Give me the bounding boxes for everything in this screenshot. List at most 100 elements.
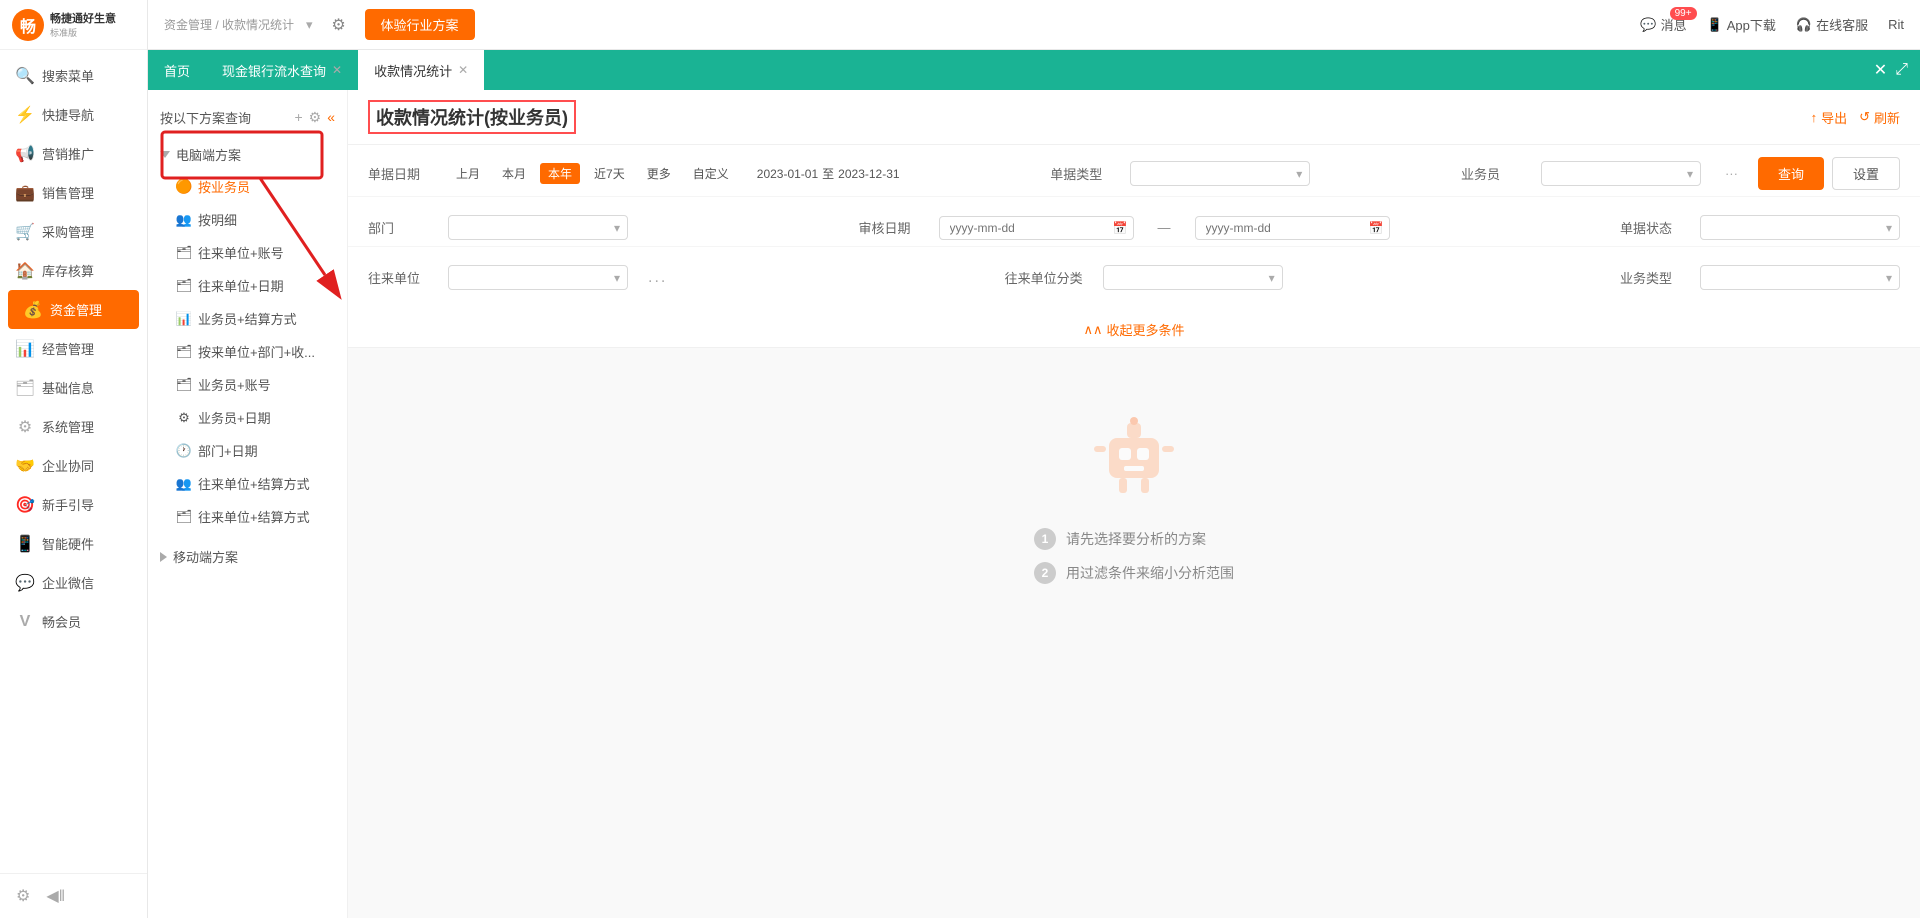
partner-more-button[interactable]: ...: [648, 269, 667, 287]
tab-close-all-button[interactable]: ✕: [1874, 60, 1887, 80]
scheme-add-button[interactable]: +: [294, 109, 302, 126]
date-btn-7days[interactable]: 近7天: [586, 163, 633, 184]
scheme-settings-button[interactable]: ⚙: [309, 109, 322, 126]
scheme-item-label-dept-date: 部门+日期: [198, 441, 258, 460]
page-main: 收款情况统计(按业务员) ↑ 导出 ↺ 刷新 单据日期: [348, 90, 1920, 918]
step-1-number: 1: [1034, 528, 1056, 550]
dropdown-arrow[interactable]: ▾: [306, 17, 313, 33]
desktop-group-label: 电脑端方案: [176, 145, 241, 164]
tab-maximize-button[interactable]: ⤢: [1895, 61, 1908, 79]
sidebar-label-hardware: 智能硬件: [42, 534, 94, 553]
sidebar-item-quicknav[interactable]: ⚡ 快捷导航: [0, 95, 147, 134]
scheme-item-label-salesman-date: 业务员+日期: [198, 408, 271, 427]
sidebar: 畅 畅捷通好生意 标准版 🔍 搜索菜单 ⚡ 快捷导航 📢 营销推广 💼 销售管理…: [0, 0, 148, 918]
empty-state-area: 1 请先选择要分析的方案 2 用过滤条件来缩小分析范围: [348, 348, 1920, 918]
flash-icon: ⚡: [16, 106, 34, 124]
audit-date-from-input[interactable]: [939, 216, 1134, 240]
tab-home[interactable]: 首页: [148, 50, 206, 90]
page-header-actions: ↑ 导出 ↺ 刷新: [1811, 108, 1900, 127]
scheme-item-partner-settle1[interactable]: 👥 往来单位+结算方式: [148, 467, 347, 500]
sidebar-item-wechat[interactable]: 💬 企业微信: [0, 563, 147, 602]
sidebar-label-sales: 销售管理: [42, 183, 94, 202]
mobile-group-label: 移动端方案: [173, 547, 238, 566]
dept-select[interactable]: [448, 215, 628, 240]
wechat-icon: 💬: [16, 574, 34, 592]
sidebar-settings-icon[interactable]: ⚙: [16, 886, 30, 906]
scheme-item-label-mingxi: 按明细: [198, 210, 237, 229]
date-btn-more[interactable]: 更多: [639, 163, 679, 184]
scheme-group-mobile-title[interactable]: 移动端方案: [148, 541, 347, 572]
setting-button[interactable]: 设置: [1832, 157, 1900, 190]
user-button[interactable]: Rit: [1888, 17, 1904, 32]
partner-account-icon: 🗂: [176, 245, 192, 261]
sidebar-item-marketing[interactable]: 📢 营销推广: [0, 134, 147, 173]
logo-icon: 畅: [12, 9, 44, 41]
export-button[interactable]: ↑ 导出: [1811, 108, 1848, 127]
scheme-item-salesman-settle[interactable]: 📊 业务员+结算方式: [148, 302, 347, 335]
sidebar-item-sales[interactable]: 💼 销售管理: [0, 173, 147, 212]
scheme-item-salesman-account[interactable]: 🗂 业务员+账号: [148, 368, 347, 401]
date-options: 上月 本月 本年 近7天 更多 自定义: [448, 163, 737, 184]
sidebar-item-search[interactable]: 🔍 搜索菜单: [0, 56, 147, 95]
sidebar-item-hardware[interactable]: 📱 智能硬件: [0, 524, 147, 563]
date-btn-custom[interactable]: 自定义: [685, 163, 737, 184]
sidebar-item-basic[interactable]: 🗂 基础信息: [0, 368, 147, 407]
trial-button[interactable]: 体验行业方案: [365, 9, 475, 40]
scheme-item-by-salesman[interactable]: 🟠 按业务员: [148, 170, 347, 203]
date-btn-this-month[interactable]: 本月: [494, 163, 534, 184]
sidebar-item-member[interactable]: V 畅会员: [0, 602, 147, 641]
header-gear-icon[interactable]: ⚙: [325, 11, 353, 39]
doc-type-select[interactable]: [1130, 161, 1310, 186]
app-download-button[interactable]: 📱 App下载: [1707, 15, 1776, 34]
collapse-button[interactable]: ∧∧ 收起更多条件: [1083, 320, 1184, 339]
scheme-group-desktop-title[interactable]: 电脑端方案: [148, 139, 347, 170]
tab-receipt[interactable]: 收款情况统计 ✕: [358, 50, 484, 90]
date-btn-last-month[interactable]: 上月: [448, 163, 488, 184]
sidebar-item-operations[interactable]: 📊 经营管理: [0, 329, 147, 368]
tab-bankflow[interactable]: 现金银行流水查询 ✕: [206, 50, 358, 90]
sidebar-item-system[interactable]: ⚙ 系统管理: [0, 407, 147, 446]
scheme-item-dept-date[interactable]: 🕐 部门+日期: [148, 434, 347, 467]
doc-status-select[interactable]: [1700, 215, 1900, 240]
bankflow-tab-close[interactable]: ✕: [332, 63, 342, 77]
scheme-collapse-button[interactable]: «: [327, 109, 335, 126]
date-separator: —: [1158, 220, 1171, 235]
salesman-select[interactable]: [1541, 161, 1701, 186]
date-btn-this-year[interactable]: 本年: [540, 163, 580, 184]
sidebar-item-purchase[interactable]: 🛒 采购管理: [0, 212, 147, 251]
scheme-item-partner-account[interactable]: 🗂 往来单位+账号: [148, 236, 347, 269]
refresh-button[interactable]: ↺ 刷新: [1859, 108, 1900, 127]
scheme-header-actions: + ⚙ «: [294, 109, 335, 126]
audit-date-from-wrap: [939, 216, 1134, 240]
sidebar-item-inventory[interactable]: 🏠 库存核算: [0, 251, 147, 290]
sidebar-collapse-icon[interactable]: ◀‖: [46, 886, 65, 906]
breadcrumb: 资金管理 / 收款情况统计: [164, 16, 294, 33]
query-button[interactable]: 查询: [1758, 157, 1824, 190]
online-service-button[interactable]: 🎧 在线客服: [1796, 15, 1868, 34]
biz-type-select[interactable]: [1700, 265, 1900, 290]
scheme-item-mingxi[interactable]: 👥 按明细: [148, 203, 347, 236]
sidebar-item-enterprise[interactable]: 🤝 企业协同: [0, 446, 147, 485]
salesman-filter-label: 业务员: [1461, 164, 1521, 183]
doc-status-select-wrap: [1700, 215, 1900, 240]
partner-category-select[interactable]: [1103, 265, 1283, 290]
scheme-item-salesman-date[interactable]: ⚙ 业务员+日期: [148, 401, 347, 434]
sidebar-label-basic: 基础信息: [42, 378, 94, 397]
salesman-more-btn[interactable]: ···: [1725, 166, 1738, 181]
message-button[interactable]: 💬 消息 99+: [1640, 15, 1686, 34]
scheme-item-label-partner-account: 往来单位+账号: [198, 243, 284, 262]
scheme-group-desktop: 电脑端方案 🟠 按业务员 👥 按明细 🗂 往来单位+账号 🗂 往来单位+日期: [148, 135, 347, 537]
partner-settle2-icon: 🗂: [176, 509, 192, 525]
receipt-tab-close[interactable]: ✕: [458, 63, 468, 77]
audit-date-to-input[interactable]: [1195, 216, 1390, 240]
scheme-item-partner-dept[interactable]: 🗂 按来单位+部门+收...: [148, 335, 347, 368]
sidebar-item-guide[interactable]: 🎯 新手引导: [0, 485, 147, 524]
empty-step-1: 1 请先选择要分析的方案: [1034, 528, 1206, 550]
biz-type-label: 业务类型: [1620, 268, 1680, 287]
scheme-item-partner-date[interactable]: 🗂 往来单位+日期: [148, 269, 347, 302]
scheme-panel: 按以下方案查询 + ⚙ « 电脑端方案 🟠 按业务员 👥: [148, 90, 348, 918]
partner-select[interactable]: [448, 265, 628, 290]
sidebar-item-finance[interactable]: 💰 资金管理: [8, 290, 139, 329]
scheme-item-partner-settle2[interactable]: 🗂 往来单位+结算方式: [148, 500, 347, 533]
partner-select-wrap: [448, 265, 628, 290]
